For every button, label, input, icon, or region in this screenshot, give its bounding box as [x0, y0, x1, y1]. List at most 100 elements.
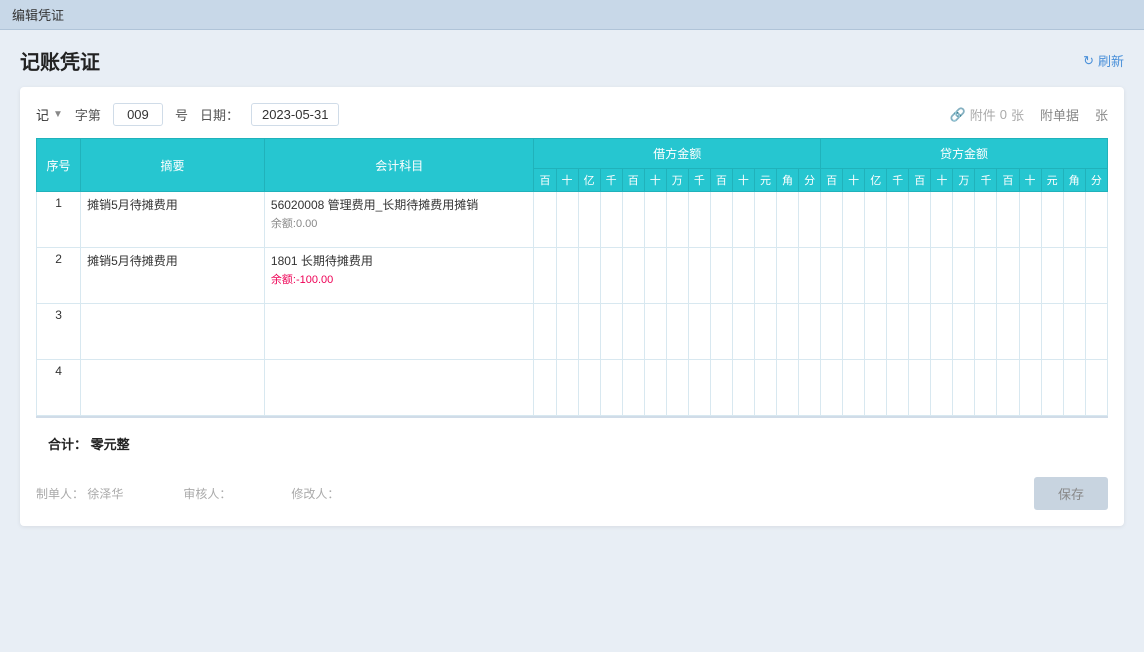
- td-account[interactable]: [264, 360, 534, 416]
- td-num-24[interactable]: [1063, 192, 1085, 248]
- td-num-2[interactable]: [578, 192, 600, 248]
- td-num-22[interactable]: [1019, 360, 1041, 416]
- td-num-20[interactable]: [975, 248, 997, 304]
- td-num-6[interactable]: [666, 304, 688, 360]
- td-num-0[interactable]: [534, 192, 556, 248]
- td-account[interactable]: 56020008 管理费用_长期待摊费用摊销余额:0.00: [264, 192, 534, 248]
- td-num-15[interactable]: [865, 304, 887, 360]
- td-num-13[interactable]: [821, 360, 843, 416]
- td-num-20[interactable]: [975, 192, 997, 248]
- attach-sheets[interactable]: 附单据: [1040, 105, 1079, 124]
- refresh-button[interactable]: ↻ 刷新: [1083, 51, 1124, 70]
- td-num-4[interactable]: [622, 304, 644, 360]
- td-num-22[interactable]: [1019, 248, 1041, 304]
- table-row[interactable]: 2摊销5月待摊费用1801 长期待摊费用余额:-100.00: [37, 248, 1108, 304]
- td-num-19[interactable]: [953, 304, 975, 360]
- td-num-0[interactable]: [534, 360, 556, 416]
- td-num-12[interactable]: [799, 192, 821, 248]
- td-num-6[interactable]: [666, 360, 688, 416]
- table-row[interactable]: 1摊销5月待摊费用56020008 管理费用_长期待摊费用摊销余额:0.00: [37, 192, 1108, 248]
- table-row[interactable]: 4: [37, 360, 1108, 416]
- td-num-17[interactable]: [909, 360, 931, 416]
- td-num-21[interactable]: [997, 192, 1019, 248]
- td-num-10[interactable]: [754, 192, 776, 248]
- td-num-18[interactable]: [931, 192, 953, 248]
- td-num-21[interactable]: [997, 360, 1019, 416]
- td-num-9[interactable]: [732, 248, 754, 304]
- td-num-0[interactable]: [534, 248, 556, 304]
- td-num-19[interactable]: [953, 248, 975, 304]
- td-summary[interactable]: [81, 304, 265, 360]
- td-num-14[interactable]: [843, 360, 865, 416]
- td-num-5[interactable]: [644, 248, 666, 304]
- td-num-23[interactable]: [1041, 360, 1063, 416]
- td-num-14[interactable]: [843, 192, 865, 248]
- attach-link[interactable]: 🔗 附件 0 张: [950, 105, 1024, 124]
- td-num-8[interactable]: [710, 248, 732, 304]
- td-num-11[interactable]: [777, 360, 799, 416]
- td-num-1[interactable]: [556, 248, 578, 304]
- td-num-16[interactable]: [887, 248, 909, 304]
- td-num-18[interactable]: [931, 304, 953, 360]
- td-num-16[interactable]: [887, 304, 909, 360]
- td-num-10[interactable]: [754, 304, 776, 360]
- td-summary[interactable]: 摊销5月待摊费用: [81, 192, 265, 248]
- td-num-3[interactable]: [600, 360, 622, 416]
- td-num-25[interactable]: [1085, 360, 1107, 416]
- td-num-20[interactable]: [975, 304, 997, 360]
- td-num-25[interactable]: [1085, 248, 1107, 304]
- td-num-9[interactable]: [732, 192, 754, 248]
- td-num-15[interactable]: [865, 360, 887, 416]
- td-num-16[interactable]: [887, 360, 909, 416]
- td-num-20[interactable]: [975, 360, 997, 416]
- td-num-9[interactable]: [732, 304, 754, 360]
- td-num-11[interactable]: [777, 248, 799, 304]
- td-num-14[interactable]: [843, 304, 865, 360]
- td-num-12[interactable]: [799, 248, 821, 304]
- td-account[interactable]: 1801 长期待摊费用余额:-100.00: [264, 248, 534, 304]
- td-num-4[interactable]: [622, 360, 644, 416]
- td-num-23[interactable]: [1041, 248, 1063, 304]
- td-num-4[interactable]: [622, 248, 644, 304]
- td-num-22[interactable]: [1019, 192, 1041, 248]
- td-num-18[interactable]: [931, 248, 953, 304]
- td-num-21[interactable]: [997, 304, 1019, 360]
- td-num-3[interactable]: [600, 304, 622, 360]
- voucher-number-field[interactable]: 009: [113, 103, 163, 126]
- td-num-13[interactable]: [821, 192, 843, 248]
- td-num-25[interactable]: [1085, 192, 1107, 248]
- td-num-3[interactable]: [600, 248, 622, 304]
- td-num-22[interactable]: [1019, 304, 1041, 360]
- td-num-23[interactable]: [1041, 304, 1063, 360]
- td-num-3[interactable]: [600, 192, 622, 248]
- td-num-21[interactable]: [997, 248, 1019, 304]
- td-num-17[interactable]: [909, 192, 931, 248]
- td-num-18[interactable]: [931, 360, 953, 416]
- td-num-19[interactable]: [953, 192, 975, 248]
- td-num-13[interactable]: [821, 304, 843, 360]
- td-num-5[interactable]: [644, 192, 666, 248]
- td-num-17[interactable]: [909, 304, 931, 360]
- td-num-10[interactable]: [754, 248, 776, 304]
- td-num-0[interactable]: [534, 304, 556, 360]
- td-num-10[interactable]: [754, 360, 776, 416]
- td-num-7[interactable]: [688, 248, 710, 304]
- td-num-5[interactable]: [644, 304, 666, 360]
- td-num-14[interactable]: [843, 248, 865, 304]
- td-num-7[interactable]: [688, 192, 710, 248]
- voucher-type-select[interactable]: 记 ▼: [36, 105, 63, 124]
- td-num-25[interactable]: [1085, 304, 1107, 360]
- td-num-16[interactable]: [887, 192, 909, 248]
- td-account[interactable]: [264, 304, 534, 360]
- td-num-2[interactable]: [578, 360, 600, 416]
- td-num-1[interactable]: [556, 304, 578, 360]
- td-num-1[interactable]: [556, 192, 578, 248]
- td-num-13[interactable]: [821, 248, 843, 304]
- td-num-24[interactable]: [1063, 360, 1085, 416]
- td-num-7[interactable]: [688, 360, 710, 416]
- td-num-2[interactable]: [578, 248, 600, 304]
- td-num-12[interactable]: [799, 360, 821, 416]
- td-num-9[interactable]: [732, 360, 754, 416]
- td-num-8[interactable]: [710, 304, 732, 360]
- td-num-11[interactable]: [777, 304, 799, 360]
